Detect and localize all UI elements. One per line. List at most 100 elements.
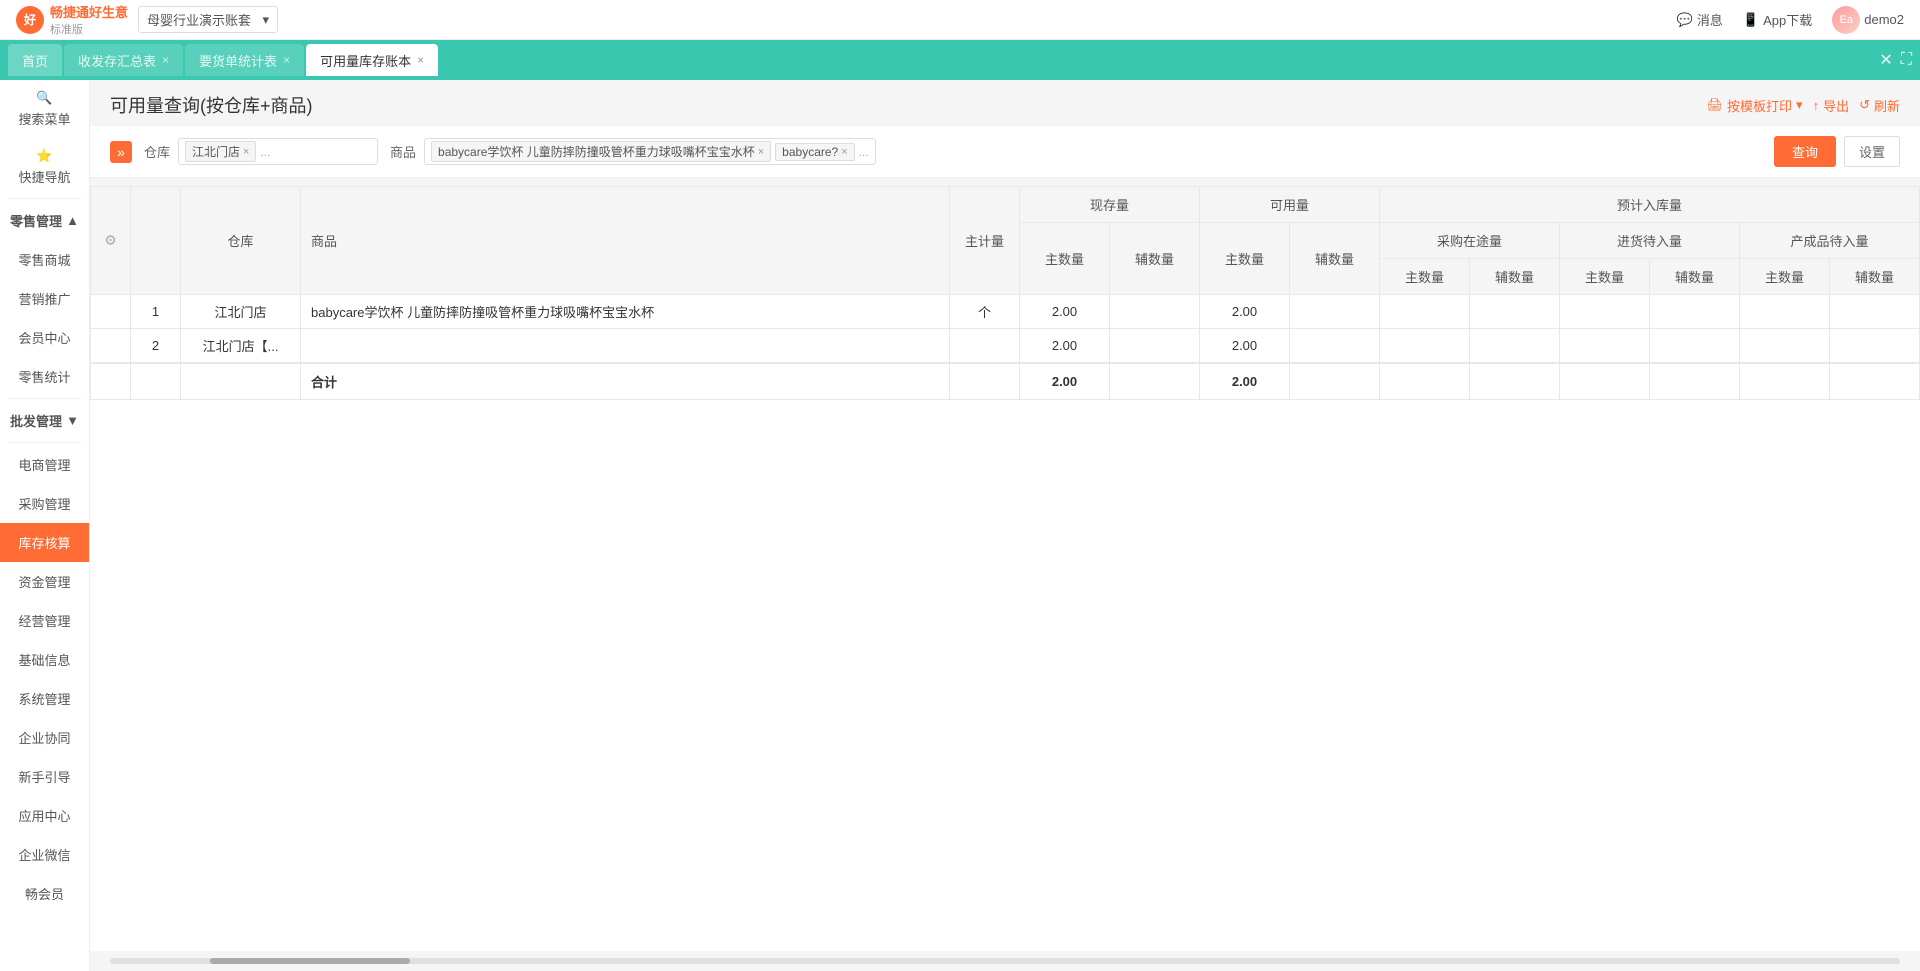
- row2-avail-main: 2.00: [1200, 329, 1290, 364]
- row2-warehouse: 江北门店【...: [181, 329, 301, 364]
- sidebar-item-retail-mall[interactable]: 零售商城: [0, 240, 89, 279]
- message-icon: 💬: [1677, 12, 1693, 28]
- user-area[interactable]: Ea demo2: [1832, 6, 1904, 34]
- product-more-btn[interactable]: ...: [859, 145, 869, 159]
- query-btn[interactable]: 查询: [1774, 136, 1836, 167]
- tab-order-stats[interactable]: 要货单统计表 ×: [185, 44, 304, 76]
- main-layout: 🔍 搜索菜单 ⭐ 快捷导航 零售管理 ▲ 零售商城 营销推广 会员中心: [0, 80, 1920, 971]
- tab-receive-summary-close[interactable]: ×: [162, 53, 169, 67]
- sidebar-item-purchase[interactable]: 采购管理: [0, 484, 89, 523]
- row2-production-main: [1740, 329, 1830, 364]
- tab-home-label: 首页: [22, 51, 48, 70]
- sidebar-item-system[interactable]: 系统管理: [0, 679, 89, 718]
- row1-incoming-sub: [1650, 295, 1740, 329]
- footer-stock-sub: [1110, 363, 1200, 400]
- nav-tabs-left: 首页 收发存汇总表 × 要货单统计表 × 可用量库存账本 ×: [8, 44, 438, 76]
- app-download-action[interactable]: 📱 App下载: [1743, 10, 1812, 29]
- sidebar-finance-label: 资金管理: [18, 572, 70, 591]
- sidebar-item-inventory[interactable]: 库存核算: [0, 523, 89, 562]
- search-icon: 🔍: [36, 90, 52, 106]
- gear-settings-icon[interactable]: ⚙: [104, 232, 117, 248]
- sidebar-item-retail-stats[interactable]: 零售统计: [0, 357, 89, 396]
- tab-order-stats-label: 要货单统计表: [199, 51, 277, 70]
- tab-order-stats-close[interactable]: ×: [283, 53, 290, 67]
- sidebar-item-enterprise-collab[interactable]: 企业协同: [0, 718, 89, 757]
- sidebar-divider-1: [8, 198, 81, 199]
- sidebar-app-center-label: 应用中心: [18, 806, 70, 825]
- sidebar-item-member[interactable]: 畅会员: [0, 874, 89, 913]
- sidebar-item-enterprise-wechat[interactable]: 企业微信: [0, 835, 89, 874]
- tab-receive-summary[interactable]: 收发存汇总表 ×: [64, 44, 183, 76]
- row2-incoming-sub: [1650, 329, 1740, 364]
- sidebar-item-search-menu[interactable]: 🔍 搜索菜单: [0, 80, 89, 138]
- sidebar-item-app-center[interactable]: 应用中心: [0, 796, 89, 835]
- industry-selector[interactable]: 母婴行业演示账套 ▾: [138, 6, 278, 33]
- filter-expand-btn[interactable]: »: [110, 141, 132, 163]
- sidebar-marketing-label: 营销推广: [18, 289, 70, 308]
- page-title: 可用量查询(按仓库+商品): [110, 92, 313, 118]
- row2-stock-sub: [1110, 329, 1200, 364]
- sidebar-item-basic-info[interactable]: 基础信息: [0, 640, 89, 679]
- th-available: 可用量: [1200, 187, 1380, 223]
- product-tag-1-close[interactable]: ×: [758, 146, 764, 158]
- footer-production-sub: [1830, 363, 1920, 400]
- sidebar-item-finance[interactable]: 资金管理: [0, 562, 89, 601]
- footer-label: 合计: [301, 363, 950, 400]
- close-all-tabs-icon[interactable]: ✕: [1879, 50, 1892, 70]
- warehouse-tag-close[interactable]: ×: [243, 146, 249, 158]
- product-tag-2-close[interactable]: ×: [841, 146, 847, 158]
- table-row: 2 江北门店【... 2.00 2.00: [91, 329, 1920, 364]
- refresh-label: 刷新: [1874, 96, 1900, 115]
- sidebar-item-wholesale-mgmt[interactable]: 批发管理 ▼: [0, 401, 89, 440]
- footer-checkbox: [91, 363, 131, 400]
- sidebar-member-item-label: 畅会员: [25, 884, 64, 903]
- sidebar-item-ecommerce[interactable]: 电商管理: [0, 445, 89, 484]
- filter-action-btns: 查询 设置: [1774, 136, 1900, 167]
- th-stock-main-qty: 主数量: [1020, 223, 1110, 295]
- th-incoming-sub: 辅数量: [1650, 259, 1740, 295]
- th-production-sub: 辅数量: [1830, 259, 1920, 295]
- sidebar-item-retail-mgmt[interactable]: 零售管理 ▲: [0, 201, 89, 240]
- refresh-btn[interactable]: ↺ 刷新: [1859, 96, 1900, 115]
- tab-available-stock-label: 可用量库存账本: [320, 51, 411, 70]
- sidebar-item-member-center[interactable]: 会员中心: [0, 318, 89, 357]
- warehouse-more-btn[interactable]: ...: [260, 145, 270, 159]
- sidebar-item-operations[interactable]: 经营管理: [0, 601, 89, 640]
- sidebar-divider-3: [8, 442, 81, 443]
- settings-btn[interactable]: 设置: [1844, 136, 1900, 167]
- app-download-icon: 📱: [1743, 12, 1759, 28]
- footer-incoming-sub: [1650, 363, 1740, 400]
- tab-home[interactable]: 首页: [8, 44, 62, 76]
- message-action[interactable]: 💬 消息: [1677, 10, 1723, 29]
- row1-warehouse: 江北门店: [181, 295, 301, 329]
- sidebar-top-section: 🔍 搜索菜单 ⭐ 快捷导航: [0, 80, 89, 196]
- sidebar-wholesale-label: 批发管理: [10, 411, 62, 430]
- nav-tabs-right: ✕ ⛶: [1879, 50, 1912, 70]
- th-incoming-main: 主数量: [1560, 259, 1650, 295]
- export-btn[interactable]: ↑ 导出: [1813, 96, 1850, 115]
- sidebar-ecommerce-label: 电商管理: [18, 455, 70, 474]
- footer-purchase-main: [1380, 363, 1470, 400]
- sidebar-item-new-guide[interactable]: 新手引导: [0, 757, 89, 796]
- scroll-track[interactable]: [110, 958, 1900, 964]
- user-name: demo2: [1864, 12, 1904, 27]
- sidebar-item-marketing[interactable]: 营销推广: [0, 279, 89, 318]
- th-production: 产成品待入量: [1740, 223, 1920, 259]
- tab-available-stock-close[interactable]: ×: [417, 53, 424, 67]
- scroll-thumb[interactable]: [210, 958, 410, 964]
- product-filter-input[interactable]: babycare学饮杯 儿童防摔防撞吸管杯重力球吸嘴杯宝宝水杯 × babyca…: [424, 138, 876, 165]
- tab-available-stock[interactable]: 可用量库存账本 ×: [306, 44, 438, 76]
- top-bar: 好 畅捷通好生意 标准版 母婴行业演示账套 ▾ 💬 消息 📱 App下载 Ea …: [0, 0, 1920, 40]
- warehouse-filter-input[interactable]: 江北门店 × ...: [178, 138, 378, 165]
- template-print-btn[interactable]: 🖨 按模板打印 ▾: [1707, 96, 1803, 115]
- fullscreen-icon[interactable]: ⛶: [1901, 51, 1912, 69]
- sidebar-item-quick-nav[interactable]: ⭐ 快捷导航: [0, 138, 89, 196]
- page-actions: 🖨 按模板打印 ▾ ↑ 导出 ↺ 刷新: [1707, 96, 1901, 115]
- th-current-stock: 现存量: [1020, 187, 1200, 223]
- th-expected-in: 预计入库量: [1380, 187, 1920, 223]
- sidebar-purchase-label: 采购管理: [18, 494, 70, 513]
- footer-stock-main: 2.00: [1020, 363, 1110, 400]
- th-purchase-main: 主数量: [1380, 259, 1470, 295]
- row2-product: [301, 329, 950, 364]
- template-print-label: 按模板打印: [1727, 96, 1792, 115]
